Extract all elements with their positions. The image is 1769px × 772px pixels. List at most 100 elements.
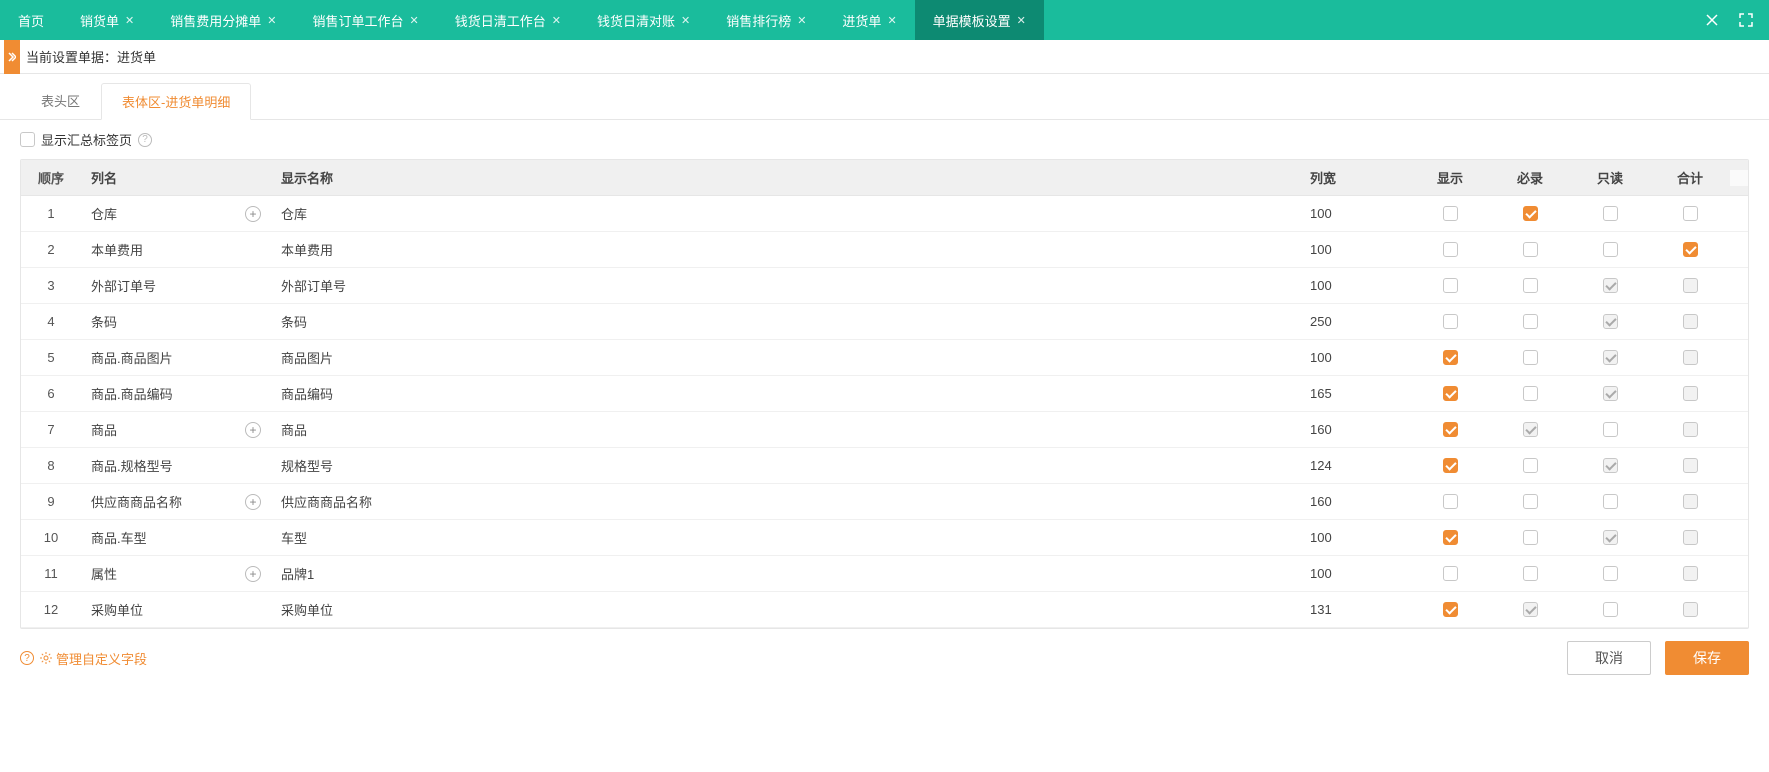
close-icon[interactable]: ✕ [1017, 14, 1026, 27]
table-row[interactable]: 3外部订单号外部订单号100 [21, 268, 1748, 304]
table-checkbox[interactable] [1443, 494, 1458, 509]
close-icon[interactable]: ✕ [552, 14, 561, 27]
sub-tab[interactable]: 表头区 [20, 82, 101, 119]
cell-seq: 5 [21, 342, 81, 373]
table-row[interactable]: 11属性+品牌1100 [21, 556, 1748, 592]
table-checkbox [1523, 422, 1538, 437]
top-tab[interactable]: 钱货日清工作台✕ [437, 0, 579, 40]
table-checkbox[interactable] [1443, 350, 1458, 365]
cell-width: 250 [1300, 306, 1410, 337]
close-icon[interactable]: ✕ [797, 14, 806, 27]
cell-display: 商品 [271, 412, 1300, 447]
table-row[interactable]: 12采购单位采购单位131 [21, 592, 1748, 628]
table-checkbox[interactable] [1443, 206, 1458, 221]
cell-display: 品牌1 [271, 556, 1300, 591]
table-checkbox[interactable] [1443, 530, 1458, 545]
add-icon[interactable]: + [245, 494, 261, 510]
context-doc-name: 进货单 [117, 47, 156, 66]
cancel-button[interactable]: 取消 [1567, 641, 1651, 675]
table-checkbox[interactable] [1683, 242, 1698, 257]
top-tab[interactable]: 钱货日清对账✕ [579, 0, 708, 40]
table-checkbox[interactable] [1523, 530, 1538, 545]
cell-name-text: 属性 [91, 564, 117, 583]
add-icon[interactable]: + [245, 566, 261, 582]
table-row[interactable]: 8商品.规格型号规格型号124 [21, 448, 1748, 484]
table-row[interactable]: 4条码条码250 [21, 304, 1748, 340]
fields-table: 顺序 列名 显示名称 列宽 显示 必录 只读 合计 1仓库+仓库1002本单费用… [20, 159, 1749, 629]
add-icon[interactable]: + [245, 206, 261, 222]
table-checkbox[interactable] [1603, 206, 1618, 221]
table-checkbox[interactable] [1523, 314, 1538, 329]
close-icon[interactable]: ✕ [887, 14, 896, 27]
table-checkbox[interactable] [1603, 602, 1618, 617]
cell-seq: 3 [21, 270, 81, 301]
table-checkbox[interactable] [1523, 206, 1538, 221]
close-icon[interactable]: ✕ [125, 14, 134, 27]
close-icon[interactable]: ✕ [267, 14, 276, 27]
table-checkbox[interactable] [1683, 206, 1698, 221]
context-bar: 当前设置单据： 进货单 [0, 40, 1769, 74]
footer-help-icon[interactable]: ? [20, 651, 34, 665]
help-icon[interactable]: ? [138, 133, 152, 147]
table-checkbox [1683, 350, 1698, 365]
top-tab[interactable]: 销售费用分摊单✕ [152, 0, 294, 40]
close-icon[interactable]: ✕ [410, 14, 419, 27]
table-checkbox [1603, 530, 1618, 545]
table-row[interactable]: 5商品.商品图片商品图片100 [21, 340, 1748, 376]
cell-name: 商品+ [81, 412, 271, 447]
top-tab[interactable]: 首页 [0, 0, 62, 40]
table-row[interactable]: 2本单费用本单费用100 [21, 232, 1748, 268]
th-name: 列名 [81, 160, 271, 195]
table-checkbox[interactable] [1523, 242, 1538, 257]
cell-display: 车型 [271, 520, 1300, 555]
cell-width: 100 [1300, 234, 1410, 265]
top-tab[interactable]: 销售排行榜✕ [708, 0, 824, 40]
table-checkbox[interactable] [1523, 458, 1538, 473]
top-tab[interactable]: 销售订单工作台✕ [294, 0, 436, 40]
table-checkbox[interactable] [1523, 278, 1538, 293]
close-all-tabs-icon[interactable] [1703, 11, 1721, 29]
table-row[interactable]: 10商品.车型车型100 [21, 520, 1748, 556]
table-checkbox[interactable] [1523, 494, 1538, 509]
top-tab[interactable]: 进货单✕ [824, 0, 914, 40]
cell-seq: 11 [21, 558, 81, 589]
table-checkbox[interactable] [1443, 278, 1458, 293]
collapse-chevron-icon[interactable] [4, 40, 20, 74]
th-width: 列宽 [1300, 160, 1410, 195]
table-row[interactable]: 9供应商商品名称+供应商商品名称160 [21, 484, 1748, 520]
cell-name: 外部订单号 [81, 268, 271, 303]
cell-width: 100 [1300, 342, 1410, 373]
fullscreen-icon[interactable] [1737, 11, 1755, 29]
table-checkbox[interactable] [1443, 422, 1458, 437]
table-row[interactable]: 7商品+商品160 [21, 412, 1748, 448]
cell-seq: 9 [21, 486, 81, 517]
table-checkbox[interactable] [1443, 458, 1458, 473]
top-tab[interactable]: 单据模板设置✕ [915, 0, 1044, 40]
table-checkbox[interactable] [1603, 422, 1618, 437]
sub-tab[interactable]: 表体区-进货单明细 [101, 83, 251, 120]
table-row[interactable]: 6商品.商品编码商品编码165 [21, 376, 1748, 412]
top-tab[interactable]: 销货单✕ [62, 0, 152, 40]
table-checkbox[interactable] [1603, 566, 1618, 581]
table-checkbox[interactable] [1603, 242, 1618, 257]
table-checkbox[interactable] [1603, 494, 1618, 509]
add-icon[interactable]: + [245, 422, 261, 438]
table-checkbox[interactable] [1443, 566, 1458, 581]
save-button[interactable]: 保存 [1665, 641, 1749, 675]
table-checkbox[interactable] [1443, 602, 1458, 617]
table-checkbox[interactable] [1523, 350, 1538, 365]
table-checkbox[interactable] [1443, 386, 1458, 401]
table-checkbox[interactable] [1523, 386, 1538, 401]
cell-display: 商品图片 [271, 340, 1300, 375]
table-checkbox[interactable] [1443, 314, 1458, 329]
table-row[interactable]: 1仓库+仓库100 [21, 196, 1748, 232]
close-icon[interactable]: ✕ [681, 14, 690, 27]
table-checkbox[interactable] [1443, 242, 1458, 257]
table-checkbox[interactable] [1523, 566, 1538, 581]
manage-custom-fields-link[interactable]: 管理自定义字段 [40, 649, 147, 668]
footer-bar: ? 管理自定义字段 取消 保存 [0, 629, 1769, 687]
cell-name-text: 仓库 [91, 204, 117, 223]
show-summary-checkbox[interactable] [20, 132, 35, 147]
table-checkbox [1603, 458, 1618, 473]
table-checkbox [1603, 314, 1618, 329]
